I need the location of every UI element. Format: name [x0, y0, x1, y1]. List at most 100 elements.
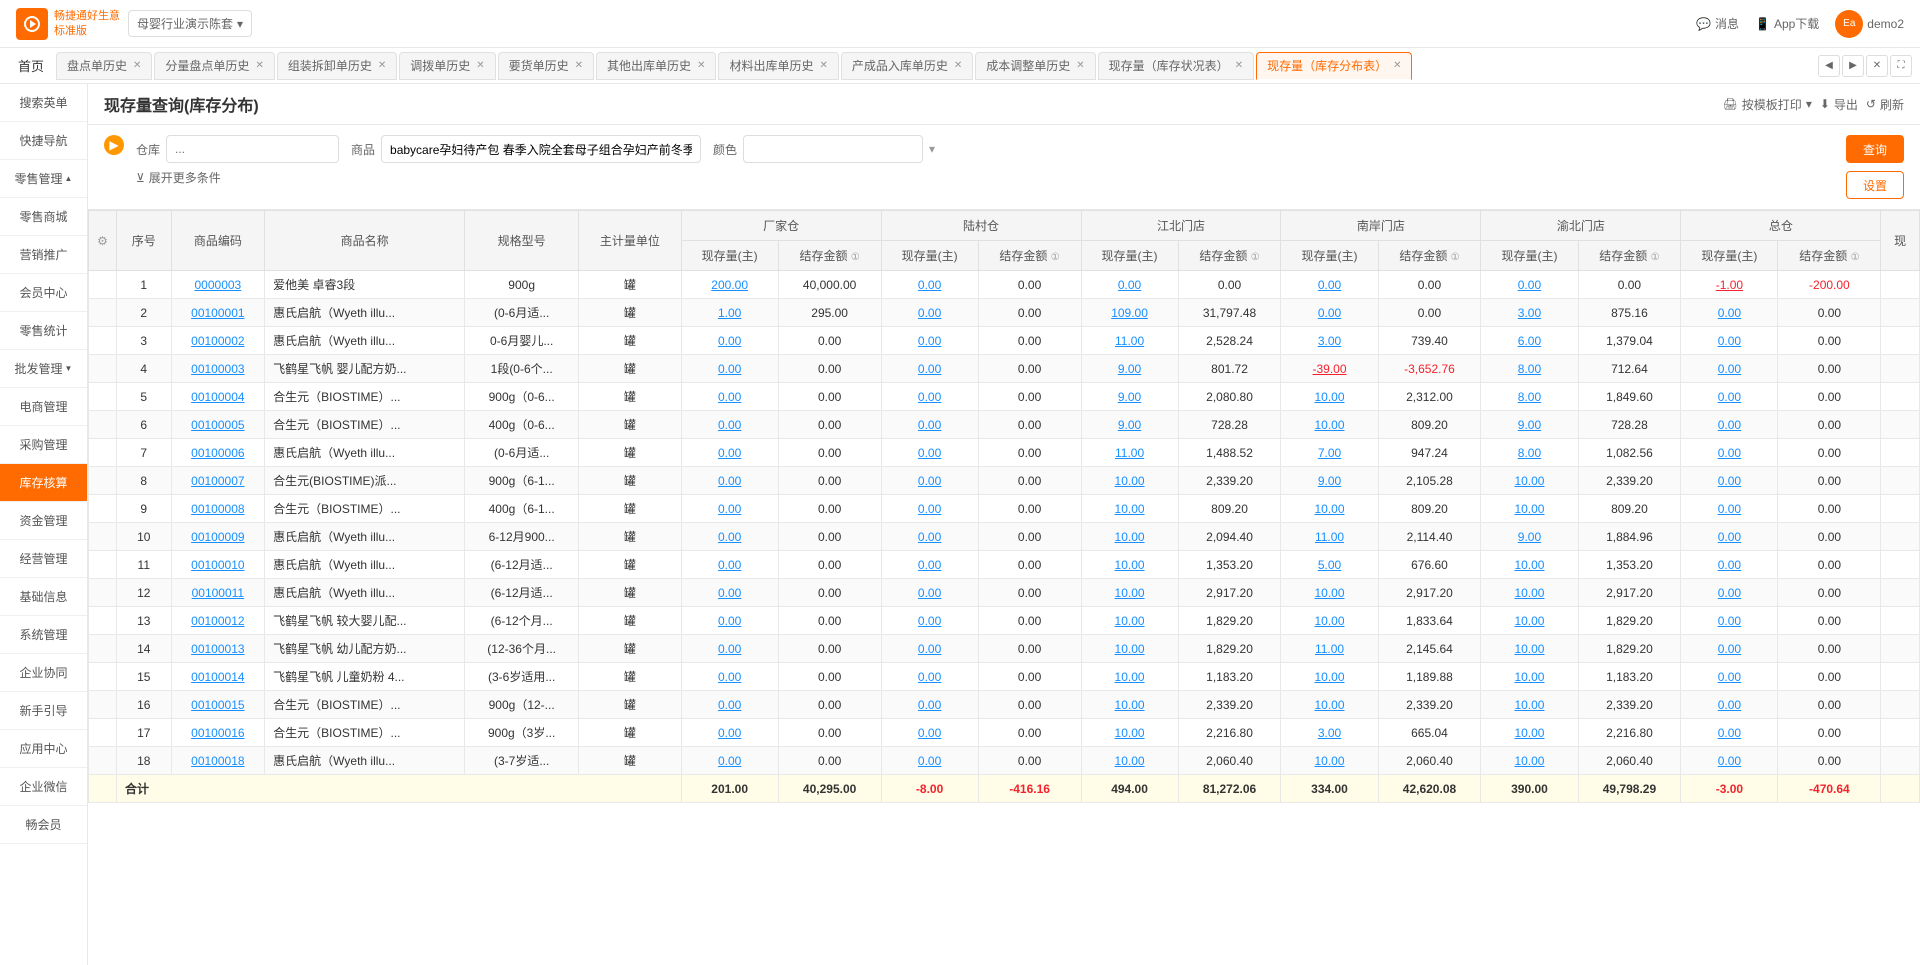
row-nanan-qty[interactable]: 3.00	[1281, 719, 1378, 747]
row-yubei-qty[interactable]: 10.00	[1481, 495, 1578, 523]
row-lucun-qty[interactable]: 0.00	[881, 523, 978, 551]
row-yubei-qty[interactable]: 10.00	[1481, 579, 1578, 607]
row-lucun-qty[interactable]: 0.00	[881, 411, 978, 439]
row-code[interactable]: 00100011	[171, 579, 265, 607]
row-code[interactable]: 00100016	[171, 719, 265, 747]
col-gear[interactable]: ⚙	[89, 211, 117, 271]
row-jiangbei-qty[interactable]: 10.00	[1081, 523, 1178, 551]
row-jiangbei-qty[interactable]: 10.00	[1081, 551, 1178, 579]
tab-other-out[interactable]: 其他出库单历史 ✕	[596, 52, 716, 80]
row-changjia-qty[interactable]: 0.00	[681, 579, 778, 607]
row-total-qty[interactable]: 0.00	[1681, 663, 1778, 691]
row-jiangbei-qty[interactable]: 10.00	[1081, 467, 1178, 495]
row-changjia-qty[interactable]: 0.00	[681, 747, 778, 775]
row-lucun-qty[interactable]: 0.00	[881, 691, 978, 719]
row-yubei-qty[interactable]: 3.00	[1481, 299, 1578, 327]
row-total-qty[interactable]: 0.00	[1681, 327, 1778, 355]
row-jiangbei-qty[interactable]: 10.00	[1081, 663, 1178, 691]
refresh-btn[interactable]: ↺ 刷新	[1866, 96, 1904, 113]
row-changjia-qty[interactable]: 0.00	[681, 383, 778, 411]
row-yubei-qty[interactable]: 10.00	[1481, 747, 1578, 775]
row-jiangbei-qty[interactable]: 9.00	[1081, 383, 1178, 411]
row-yubei-qty[interactable]: 10.00	[1481, 551, 1578, 579]
row-total-qty[interactable]: 0.00	[1681, 355, 1778, 383]
sidebar-item-search[interactable]: 搜索英单	[0, 84, 87, 122]
sidebar-item-enterprise[interactable]: 企业协同	[0, 654, 87, 692]
print-btn[interactable]: 🖨 按模板打印 ▾	[1723, 96, 1812, 113]
tab-assemble[interactable]: 组装拆卸单历史 ✕	[277, 52, 397, 80]
message-btn[interactable]: 💬 消息	[1696, 15, 1739, 32]
row-total-qty[interactable]: 0.00	[1681, 495, 1778, 523]
row-lucun-qty[interactable]: 0.00	[881, 327, 978, 355]
row-yubei-qty[interactable]: 10.00	[1481, 607, 1578, 635]
row-changjia-qty[interactable]: 0.00	[681, 607, 778, 635]
expand-button[interactable]: ▶	[104, 135, 124, 155]
row-changjia-qty[interactable]: 0.00	[681, 327, 778, 355]
row-yubei-qty[interactable]: 10.00	[1481, 719, 1578, 747]
row-jiangbei-qty[interactable]: 9.00	[1081, 355, 1178, 383]
row-nanan-qty[interactable]: 7.00	[1281, 439, 1378, 467]
row-nanan-qty[interactable]: 10.00	[1281, 383, 1378, 411]
row-nanan-qty[interactable]: 11.00	[1281, 523, 1378, 551]
row-yubei-qty[interactable]: 10.00	[1481, 467, 1578, 495]
row-changjia-qty[interactable]: 0.00	[681, 551, 778, 579]
sidebar-item-retail-stats[interactable]: 零售统计	[0, 312, 87, 350]
row-lucun-qty[interactable]: 0.00	[881, 579, 978, 607]
row-changjia-qty[interactable]: 0.00	[681, 691, 778, 719]
row-total-qty[interactable]: 0.00	[1681, 579, 1778, 607]
row-jiangbei-qty[interactable]: 10.00	[1081, 747, 1178, 775]
row-jiangbei-qty[interactable]: 9.00	[1081, 411, 1178, 439]
row-changjia-qty[interactable]: 0.00	[681, 635, 778, 663]
row-code[interactable]: 00100003	[171, 355, 265, 383]
sidebar-item-marketing[interactable]: 营销推广	[0, 236, 87, 274]
row-changjia-qty[interactable]: 0.00	[681, 495, 778, 523]
row-code[interactable]: 00100008	[171, 495, 265, 523]
row-total-qty[interactable]: 0.00	[1681, 747, 1778, 775]
row-nanan-qty[interactable]: 10.00	[1281, 579, 1378, 607]
user-profile[interactable]: Ea demo2	[1835, 10, 1904, 38]
row-total-qty[interactable]: 0.00	[1681, 607, 1778, 635]
row-changjia-qty[interactable]: 200.00	[681, 271, 778, 299]
row-code[interactable]: 00100014	[171, 663, 265, 691]
row-changjia-qty[interactable]: 0.00	[681, 439, 778, 467]
row-lucun-qty[interactable]: 0.00	[881, 467, 978, 495]
sidebar-item-guide[interactable]: 新手引导	[0, 692, 87, 730]
row-lucun-qty[interactable]: 0.00	[881, 439, 978, 467]
row-nanan-qty[interactable]: 11.00	[1281, 635, 1378, 663]
row-yubei-qty[interactable]: 10.00	[1481, 635, 1578, 663]
tab-material-out[interactable]: 材料出库单历史 ✕	[718, 52, 838, 80]
row-yubei-qty[interactable]: 10.00	[1481, 663, 1578, 691]
row-total-qty[interactable]: 0.00	[1681, 691, 1778, 719]
row-code[interactable]: 00100018	[171, 747, 265, 775]
tab-requisition[interactable]: 要货单历史 ✕	[498, 52, 594, 80]
row-total-qty[interactable]: 0.00	[1681, 467, 1778, 495]
sidebar-item-member[interactable]: 会员中心	[0, 274, 87, 312]
row-changjia-qty[interactable]: 0.00	[681, 467, 778, 495]
row-jiangbei-qty[interactable]: 10.00	[1081, 607, 1178, 635]
expand-conditions[interactable]: ⊻ 展开更多条件	[136, 169, 1826, 186]
row-nanan-qty[interactable]: 10.00	[1281, 495, 1378, 523]
sidebar-item-shortcut[interactable]: 快捷导航	[0, 122, 87, 160]
row-code[interactable]: 00100015	[171, 691, 265, 719]
row-total-qty[interactable]: 0.00	[1681, 635, 1778, 663]
export-btn[interactable]: ⬇ 导出	[1820, 96, 1858, 113]
row-nanan-qty[interactable]: 9.00	[1281, 467, 1378, 495]
row-jiangbei-qty[interactable]: 10.00	[1081, 719, 1178, 747]
row-total-qty[interactable]: 0.00	[1681, 383, 1778, 411]
tab-inventory-sub[interactable]: 分量盘点单历史 ✕	[154, 52, 274, 80]
setting-button[interactable]: 设置	[1846, 171, 1904, 199]
row-jiangbei-qty[interactable]: 109.00	[1081, 299, 1178, 327]
sidebar-item-retail-mgmt[interactable]: 零售管理 ▲	[0, 160, 87, 198]
row-lucun-qty[interactable]: 0.00	[881, 663, 978, 691]
sidebar-item-wechat[interactable]: 企业微信	[0, 768, 87, 806]
row-nanan-qty[interactable]: 10.00	[1281, 607, 1378, 635]
row-yubei-qty[interactable]: 0.00	[1481, 271, 1578, 299]
row-code[interactable]: 00100012	[171, 607, 265, 635]
row-lucun-qty[interactable]: 0.00	[881, 299, 978, 327]
row-yubei-qty[interactable]: 8.00	[1481, 355, 1578, 383]
sidebar-item-basic[interactable]: 基础信息	[0, 578, 87, 616]
row-nanan-qty[interactable]: 10.00	[1281, 747, 1378, 775]
row-lucun-qty[interactable]: 0.00	[881, 355, 978, 383]
tab-stock-dist[interactable]: 现存量（库存分布表） ✕	[1256, 52, 1412, 80]
sidebar-item-appcenter[interactable]: 应用中心	[0, 730, 87, 768]
